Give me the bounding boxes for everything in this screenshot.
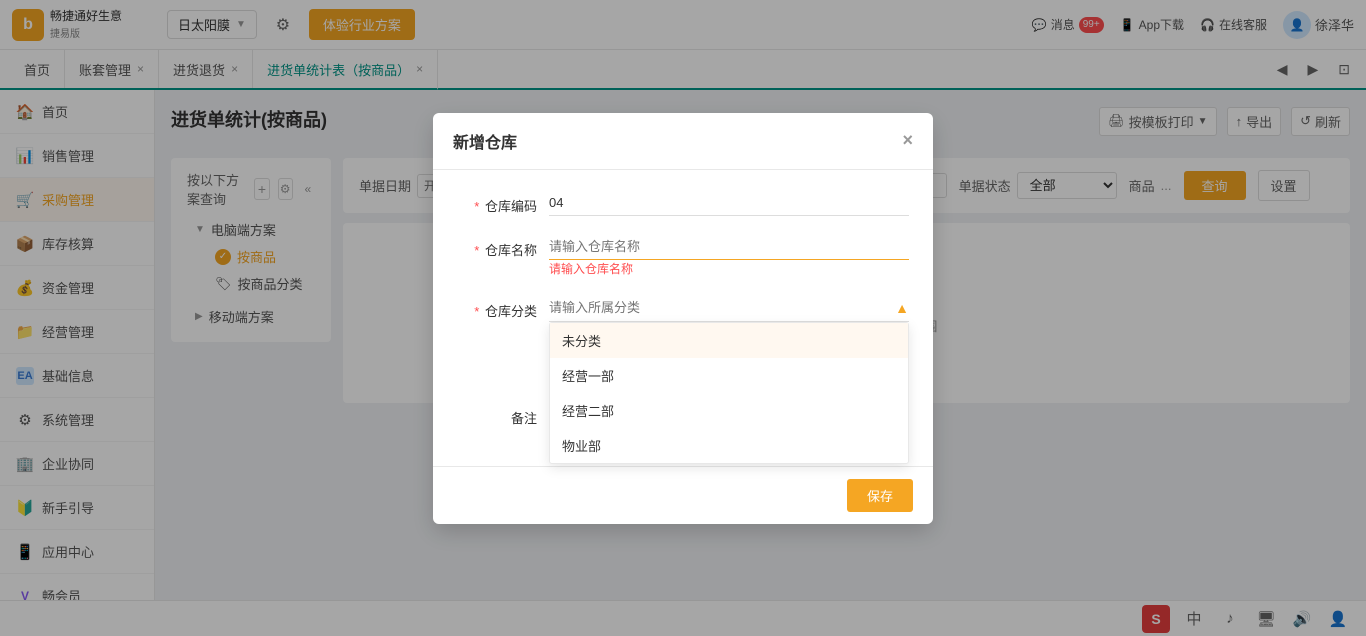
dropdown-item-dept1[interactable]: 经营一部 bbox=[550, 358, 908, 393]
form-row-name: * 仓库名称 请输入仓库名称 bbox=[457, 234, 909, 277]
form-row-category: * 仓库分类 ▲ 未分类 经营一部 经营二部 物业部 bbox=[457, 295, 909, 322]
modal-title: 新增仓库 bbox=[453, 129, 517, 153]
warehouse-name-input[interactable] bbox=[549, 234, 909, 260]
modal-overlay[interactable]: 新增仓库 × * 仓库编码 * 仓库名称 bbox=[0, 0, 1366, 636]
dropdown-item-property[interactable]: 物业部 bbox=[550, 428, 908, 463]
category-text-input[interactable] bbox=[549, 300, 895, 315]
form-label-category: * 仓库分类 bbox=[457, 295, 537, 320]
form-label-code: * 仓库编码 bbox=[457, 190, 537, 215]
form-row-code: * 仓库编码 bbox=[457, 190, 909, 216]
category-dropdown-list: 未分类 经营一部 经营二部 物业部 bbox=[549, 322, 909, 464]
dropdown-item-dept2[interactable]: 经营二部 bbox=[550, 393, 908, 428]
select-arrow-up-icon[interactable]: ▲ bbox=[895, 300, 909, 316]
modal-close-button[interactable]: × bbox=[902, 130, 913, 151]
name-error-msg: 请输入仓库名称 bbox=[549, 262, 633, 276]
modal-footer: 保存 bbox=[433, 466, 933, 524]
modal-body: * 仓库编码 * 仓库名称 请输入仓库名称 bbox=[433, 170, 933, 466]
modal-header: 新增仓库 × bbox=[433, 113, 933, 170]
category-select-input[interactable]: ▲ bbox=[549, 295, 909, 322]
warehouse-code-input[interactable] bbox=[549, 190, 909, 216]
form-label-name: * 仓库名称 bbox=[457, 234, 537, 259]
form-label-note: 备注 bbox=[457, 402, 537, 427]
modal-add-warehouse: 新增仓库 × * 仓库编码 * 仓库名称 bbox=[433, 113, 933, 524]
dropdown-item-uncategorized[interactable]: 未分类 bbox=[550, 323, 908, 358]
modal-save-button[interactable]: 保存 bbox=[847, 479, 913, 512]
